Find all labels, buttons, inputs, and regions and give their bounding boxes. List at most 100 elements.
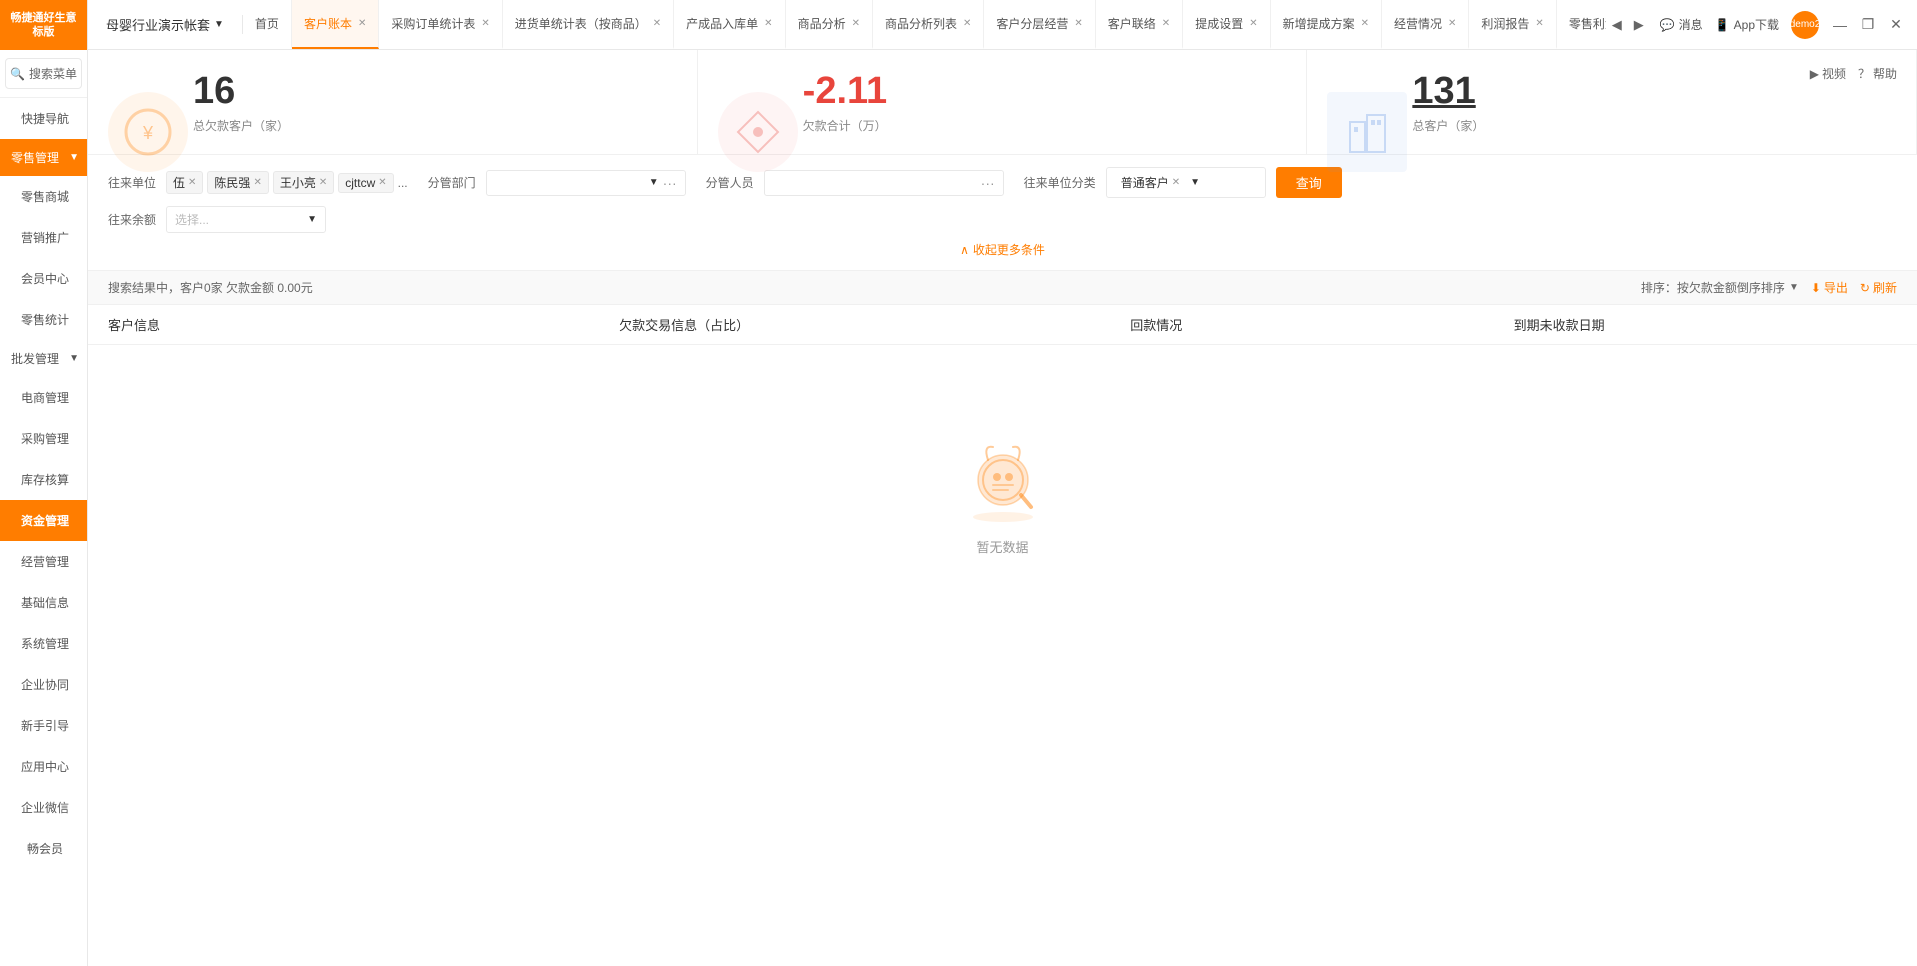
filter-tag-chen-text: 陈民强 (214, 174, 250, 191)
filter-label-balance: 往来余额 (108, 211, 156, 228)
tab-close-icon[interactable]: ✕ (963, 18, 971, 29)
filter-tag-wu-text: 伍 (173, 174, 185, 191)
help-button[interactable]: ？ 帮助 (1858, 65, 1897, 82)
video-button[interactable]: ▶ 视频 (1810, 65, 1846, 82)
filter-tag-wang-close[interactable]: ✕ (319, 177, 327, 188)
diamond-icon (718, 92, 798, 172)
sidebar-item-retail-stats[interactable]: 零售统计 (0, 299, 87, 340)
total-debt-number: -2.11 (803, 70, 1277, 113)
filter-unit-class-dropdown[interactable]: 普通客户 ✕ ▼ (1106, 167, 1266, 198)
message-button[interactable]: 💬 消息 (1660, 16, 1703, 33)
tab-close-icon[interactable]: ✕ (852, 18, 860, 29)
tab-home[interactable]: 首页 (243, 0, 292, 49)
filter-tag-cjttcw: cjttcw ✕ (338, 173, 393, 193)
minimize-button[interactable]: — (1829, 14, 1851, 36)
result-sort[interactable]: 排序：按欠款金额倒序排序 ▼ (1641, 279, 1799, 296)
sidebar-item-enterprise-collab[interactable]: 企业协同 (0, 664, 87, 705)
tab-close-icon[interactable]: ✕ (1249, 18, 1257, 29)
sidebar-item-member[interactable]: 畅会员 (0, 828, 87, 869)
tab-purchase-order-stats-label: 采购订单统计表 (391, 15, 475, 32)
company-selector[interactable]: 母婴行业演示帐套 ▼ (98, 15, 232, 34)
sidebar-item-retail-mall[interactable]: 零售商城 (0, 176, 87, 217)
tab-mention-settings[interactable]: 提成设置 ✕ (1183, 0, 1270, 49)
tab-close-icon[interactable]: ✕ (1074, 18, 1082, 29)
tab-product-inbound[interactable]: 产成品入库单 ✕ (674, 0, 785, 49)
sidebar-item-wholesale-mgmt[interactable]: 批发管理 ▼ (0, 340, 87, 377)
filter-tag-chen-close[interactable]: ✕ (253, 177, 261, 188)
topbar: 母婴行业演示帐套 ▼ 首页 客户账本 ✕ 采购订单统计表 ✕ 进货单统计表（按商… (88, 0, 1917, 50)
sidebar-item-quick-nav-label: 快捷导航 (21, 112, 69, 126)
search-menu-button[interactable]: 🔍 搜索菜单 (5, 58, 82, 89)
tab-product-analysis-list[interactable]: 商品分析列表 ✕ (873, 0, 984, 49)
export-button[interactable]: ⬇ 导出 (1811, 279, 1848, 296)
tab-close-icon[interactable]: ✕ (1535, 18, 1543, 29)
tab-product-analysis[interactable]: 商品分析 ✕ (786, 0, 873, 49)
tab-scroll-right-button[interactable]: ▶ (1628, 0, 1650, 50)
tab-product-analysis-list-label: 商品分析列表 (885, 15, 957, 32)
user-avatar[interactable]: demo2 (1791, 11, 1819, 39)
search-icon: 🔍 (10, 67, 25, 81)
sidebar-item-ops[interactable]: 经营管理 (0, 541, 87, 582)
tab-new-mention-plan[interactable]: 新增提成方案 ✕ (1271, 0, 1382, 49)
app-download-label: App下载 (1734, 16, 1779, 33)
sidebar-item-quick-nav[interactable]: 快捷导航 (0, 98, 87, 139)
chevron-down-icon: ▼ (307, 214, 317, 225)
sidebar-item-purchase[interactable]: 采购管理 (0, 418, 87, 459)
sidebar-item-basic-info[interactable]: 基础信息 (0, 582, 87, 623)
sidebar-item-marketing[interactable]: 营销推广 (0, 217, 87, 258)
sidebar-item-finance[interactable]: 资金管理 (0, 500, 87, 541)
stat-card-total-customers: ¥ 16 总欠款客户（家） (88, 50, 698, 154)
chevron-down-icon: ▼ (69, 353, 79, 364)
chevron-down-icon: ▼ (649, 177, 659, 188)
sidebar-item-ecommerce[interactable]: 电商管理 (0, 377, 87, 418)
filter-tag-wu-close[interactable]: ✕ (188, 177, 196, 188)
sidebar-item-member-center[interactable]: 会员中心 (0, 258, 87, 299)
filter-tag-cjttcw-close[interactable]: ✕ (378, 177, 386, 188)
tab-retail-profit[interactable]: 零售利润 ✕ (1557, 0, 1606, 49)
tab-close-icon[interactable]: ✕ (653, 18, 661, 29)
sidebar-item-inventory[interactable]: 库存核算 (0, 459, 87, 500)
filter-balance-dropdown[interactable]: 选择... ▼ (166, 206, 326, 233)
sidebar-item-system[interactable]: 系统管理 (0, 623, 87, 664)
company-name: 母婴行业演示帐套 (106, 15, 210, 34)
app-download-button[interactable]: 📱 App下载 (1715, 16, 1779, 33)
tab-scroll-left-button[interactable]: ◀ (1606, 0, 1628, 50)
tab-close-icon[interactable]: ✕ (358, 18, 366, 29)
user-name: demo2 (1791, 19, 1819, 30)
filter-unit-class-close[interactable]: ✕ (1172, 177, 1180, 188)
tab-close-icon[interactable]: ✕ (1361, 18, 1369, 29)
tab-customer-contact[interactable]: 客户联络 ✕ (1096, 0, 1183, 49)
message-label: 消息 (1679, 16, 1703, 33)
tab-customer-segmentation[interactable]: 客户分层经营 ✕ (984, 0, 1095, 49)
filter-tag-wang-text: 王小亮 (280, 174, 316, 191)
tab-purchase-order-stats[interactable]: 采购订单统计表 ✕ (379, 0, 502, 49)
restore-button[interactable]: ❐ (1857, 14, 1879, 36)
collapse-button[interactable]: ∧ 收起更多条件 (108, 241, 1897, 258)
filter-manager-dropdown[interactable]: ··· (764, 170, 1004, 196)
tab-close-icon[interactable]: ✕ (764, 18, 772, 29)
result-bar: 搜索结果中，客户0家 欠款金额 0.00元 排序：按欠款金额倒序排序 ▼ ⬇ 导… (88, 271, 1917, 305)
close-button[interactable]: ✕ (1885, 14, 1907, 36)
filter-dept-dropdown[interactable]: ▼ ··· (486, 170, 686, 196)
refresh-button[interactable]: ↻ 刷新 (1860, 279, 1897, 296)
sidebar-item-app-center[interactable]: 应用中心 (0, 746, 87, 787)
table-area: 客户信息 欠款交易信息（占比） 回款情况 到期未收款日期 (88, 305, 1917, 636)
tab-purchase-stats-product[interactable]: 进货单统计表（按商品） ✕ (503, 0, 674, 49)
coin-icon: ¥ (108, 92, 188, 172)
filter-more-btn[interactable]: ... (398, 176, 408, 190)
tab-accounts-receivable[interactable]: 客户账本 ✕ (292, 0, 379, 49)
export-label: 导出 (1824, 279, 1848, 296)
page-content-area: ¥ 16 总欠款客户（家） (88, 50, 1917, 966)
tab-close-icon[interactable]: ✕ (1162, 18, 1170, 29)
sidebar-item-retail-mgmt[interactable]: 零售管理 ▼ (0, 139, 87, 176)
tab-close-icon[interactable]: ✕ (1448, 18, 1456, 29)
sidebar-item-new-guide[interactable]: 新手引导 (0, 705, 87, 746)
tab-close-icon[interactable]: ✕ (481, 18, 489, 29)
sidebar-item-enterprise-wechat[interactable]: 企业微信 (0, 787, 87, 828)
help-label: 帮助 (1873, 65, 1897, 82)
tab-ops-status[interactable]: 经营情况 ✕ (1382, 0, 1469, 49)
tab-profit-report[interactable]: 利润报告 ✕ (1469, 0, 1556, 49)
logo-line2: 标版 (11, 25, 77, 39)
tab-ops-status-label: 经营情况 (1394, 15, 1442, 32)
filter-tag-chen: 陈民强 ✕ (207, 171, 268, 194)
